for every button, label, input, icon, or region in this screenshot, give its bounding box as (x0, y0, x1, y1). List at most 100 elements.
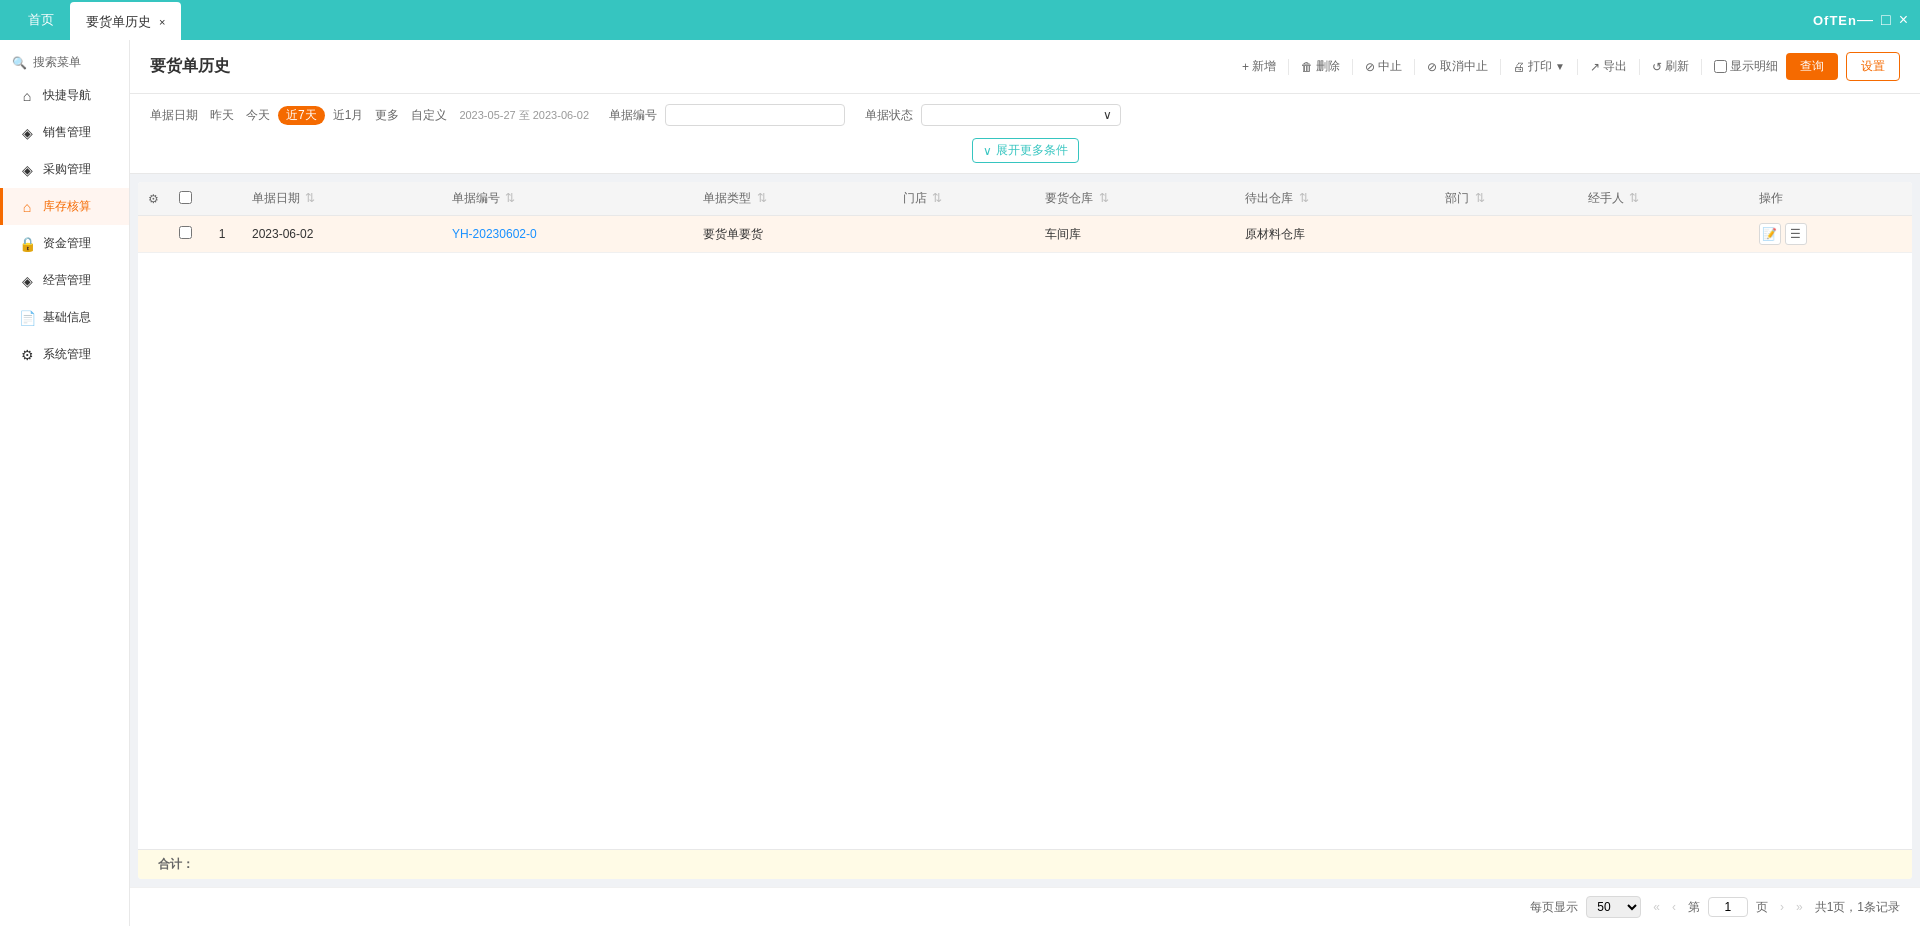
home-tab[interactable]: 首页 (12, 0, 70, 40)
col-doctype-head[interactable]: 单据类型 ⇅ (693, 182, 893, 216)
window-actions: — □ × (1857, 11, 1908, 29)
delete-icon: 🗑 (1301, 60, 1313, 74)
maximize-icon[interactable]: □ (1881, 11, 1891, 29)
sidebar-item-quick-nav[interactable]: ⌂ 快捷导航 (0, 77, 129, 114)
row-docno-link[interactable]: YH-20230602-0 (452, 227, 537, 241)
sidebar-item-inventory[interactable]: ⌂ 库存核算 (0, 188, 129, 225)
col-settings[interactable]: ⚙ (138, 182, 169, 216)
table-row: 1 2023-06-02 YH-20230602-0 要货单要货 车间库 原材料… (138, 216, 1912, 253)
sort-icon-pend-warehouse: ⇅ (1299, 191, 1309, 205)
show-detail-checkbox-area[interactable]: 显示明细 (1714, 58, 1778, 75)
edit-btn[interactable]: 📝 (1759, 223, 1781, 245)
next-page-icon[interactable]: › (1776, 898, 1788, 916)
table-head: ⚙ 单据日期 ⇅ 单据编号 ⇅ 单据类型 ⇅ 门店 ⇅ 要货仓库 ⇅ 待出仓库 … (138, 182, 1912, 216)
detail-btn[interactable]: ☰ (1785, 223, 1807, 245)
page-size-select[interactable]: 50 20 100 (1586, 896, 1641, 918)
row-handler (1578, 216, 1749, 253)
select-all-checkbox[interactable] (179, 191, 192, 204)
cancel-stop-button[interactable]: ⊘ 取消中止 (1427, 58, 1488, 75)
status-filter: 单据状态 ∨ (865, 104, 1121, 126)
first-page-icon[interactable]: « (1649, 898, 1664, 916)
date-shortcut-today[interactable]: 今天 (242, 106, 274, 125)
sort-icon-store: ⇅ (932, 191, 942, 205)
sidebar-item-operation[interactable]: ◈ 经营管理 (0, 262, 129, 299)
sidebar-item-system[interactable]: ⚙ 系统管理 (0, 336, 129, 373)
add-button[interactable]: + 新增 (1242, 58, 1276, 75)
capital-icon: 🔒 (19, 236, 35, 252)
minimize-icon[interactable]: — (1857, 11, 1873, 29)
col-checkbox-head[interactable] (169, 182, 202, 216)
page-total: 共1页，1条记录 (1815, 899, 1900, 916)
col-handler-head[interactable]: 经手人 ⇅ (1578, 182, 1749, 216)
table-footer: 合计： (138, 849, 1912, 879)
date-shortcut-more[interactable]: 更多 (371, 106, 403, 125)
status-label: 单据状态 (865, 107, 913, 124)
filter-row: 单据日期 昨天 今天 近7天 近1月 更多 自定义 2023-05-27 至 2… (150, 104, 1900, 126)
prev-page-icon[interactable]: ‹ (1668, 898, 1680, 916)
date-label: 单据日期 (150, 107, 198, 124)
row-operate: 📝 ☰ (1749, 216, 1912, 253)
date-shortcut-yesterday[interactable]: 昨天 (206, 106, 238, 125)
expand-conditions-button[interactable]: ∨ 展开更多条件 (972, 138, 1079, 163)
row-select-checkbox[interactable] (179, 226, 192, 239)
sort-icon-handler: ⇅ (1629, 191, 1639, 205)
page-actions: + 新增 🗑 删除 ⊘ 中止 ⊘ 取消中止 (1242, 52, 1900, 93)
separator-2 (1352, 59, 1353, 75)
col-dept-head[interactable]: 部门 ⇅ (1435, 182, 1577, 216)
table-body: 1 2023-06-02 YH-20230602-0 要货单要货 车间库 原材料… (138, 216, 1912, 253)
col-pend-warehouse-head[interactable]: 待出仓库 ⇅ (1235, 182, 1435, 216)
pagination: 每页显示 50 20 100 « ‹ 第 页 › » 共1页，1条记录 (130, 887, 1920, 926)
page-size-label: 每页显示 (1530, 899, 1578, 916)
export-icon: ↗ (1590, 60, 1600, 74)
stop-button[interactable]: ⊘ 中止 (1365, 58, 1402, 75)
delete-button[interactable]: 🗑 删除 (1301, 58, 1340, 75)
date-shortcut-7days[interactable]: 近7天 (278, 106, 325, 125)
page-unit: 页 (1752, 897, 1772, 918)
row-doctype: 要货单要货 (693, 216, 893, 253)
sidebar-item-label: 销售管理 (43, 124, 91, 141)
status-select[interactable]: ∨ (921, 104, 1121, 126)
date-shortcut-custom[interactable]: 自定义 (407, 106, 451, 125)
active-tab[interactable]: 要货单历史 × (70, 2, 181, 42)
col-operate-head: 操作 (1749, 182, 1912, 216)
doc-no-input[interactable] (665, 104, 845, 126)
operation-icon: ◈ (19, 273, 35, 289)
sidebar-item-sales[interactable]: ◈ 销售管理 (0, 114, 129, 151)
date-shortcut-1month[interactable]: 近1月 (329, 106, 368, 125)
col-date-head[interactable]: 单据日期 ⇅ (242, 182, 442, 216)
query-button[interactable]: 查询 (1786, 53, 1838, 80)
show-detail-checkbox[interactable] (1714, 60, 1727, 73)
col-store-head[interactable]: 门店 ⇅ (893, 182, 1035, 216)
row-num: 1 (202, 216, 242, 253)
sidebar-item-purchase[interactable]: ◈ 采购管理 (0, 151, 129, 188)
window-close-icon[interactable]: × (1899, 11, 1908, 29)
sidebar-item-capital[interactable]: 🔒 资金管理 (0, 225, 129, 262)
sidebar-search[interactable]: 🔍 搜索菜单 (0, 48, 129, 77)
separator-5 (1577, 59, 1578, 75)
sidebar-item-base[interactable]: 📄 基础信息 (0, 299, 129, 336)
separator-6 (1639, 59, 1640, 75)
sidebar: 🔍 搜索菜单 ⌂ 快捷导航 ◈ 销售管理 ◈ 采购管理 ⌂ 库存核算 🔒 资金管… (0, 40, 130, 926)
last-page-icon[interactable]: » (1792, 898, 1807, 916)
col-docno-head[interactable]: 单据编号 ⇅ (442, 182, 693, 216)
settings-button[interactable]: 设置 (1846, 52, 1900, 81)
sales-icon: ◈ (19, 125, 35, 141)
row-docno: YH-20230602-0 (442, 216, 693, 253)
close-tab-icon[interactable]: × (159, 16, 165, 28)
data-table: ⚙ 单据日期 ⇅ 单据编号 ⇅ 单据类型 ⇅ 门店 ⇅ 要货仓库 ⇅ 待出仓库 … (138, 182, 1912, 253)
search-icon: 🔍 (12, 56, 27, 70)
content-area: 要货单历史 + 新增 🗑 删除 ⊘ 中止 ⊘ (130, 40, 1920, 926)
stop-icon: ⊘ (1365, 60, 1375, 74)
col-req-warehouse-head[interactable]: 要货仓库 ⇅ (1035, 182, 1235, 216)
print-button[interactable]: 🖨 打印 ▼ (1513, 58, 1565, 75)
table-area: ⚙ 单据日期 ⇅ 单据编号 ⇅ 单据类型 ⇅ 门店 ⇅ 要货仓库 ⇅ 待出仓库 … (138, 182, 1912, 879)
row-date: 2023-06-02 (242, 216, 442, 253)
page-number-input[interactable] (1708, 897, 1748, 917)
home-tab-label: 首页 (28, 11, 54, 29)
refresh-button[interactable]: ↺ 刷新 (1652, 58, 1689, 75)
row-checkbox[interactable] (169, 216, 202, 253)
print-arrow-icon: ▼ (1555, 61, 1565, 72)
system-icon: ⚙ (19, 347, 35, 363)
export-button[interactable]: ↗ 导出 (1590, 58, 1627, 75)
date-range: 2023-05-27 至 2023-06-02 (459, 108, 589, 123)
